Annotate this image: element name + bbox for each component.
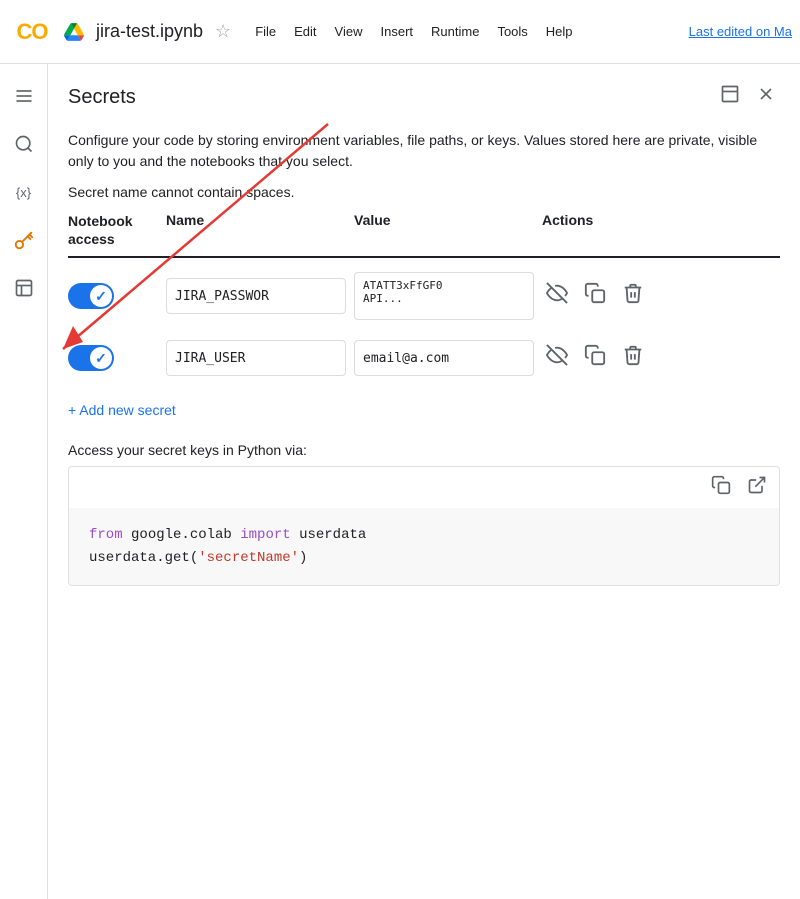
code-userdata: userdata	[299, 527, 366, 543]
value-input-row2[interactable]	[354, 340, 534, 376]
colab-logo: CO	[8, 8, 56, 56]
name-input-row2[interactable]	[166, 340, 346, 376]
sidebar-icon-menu[interactable]	[8, 80, 40, 112]
colab-logo-text: CO	[17, 19, 48, 45]
drive-icon	[64, 22, 84, 42]
table-row: ✓	[68, 330, 780, 386]
menu-insert[interactable]: Insert	[373, 20, 422, 43]
python-access-title: Access your secret keys in Python via:	[48, 426, 800, 466]
star-icon[interactable]: ☆	[215, 21, 231, 42]
col-actions: Actions	[542, 212, 780, 248]
open-colab-icon[interactable]	[743, 471, 771, 504]
code-block-container: from google.colab import userdata userda…	[68, 466, 780, 586]
file-title: jira-test.ipynb	[96, 21, 203, 42]
secrets-table: Notebookaccess Name Value Actions ✓ ATAT…	[48, 212, 800, 386]
delete-secret-icon-row2[interactable]	[618, 340, 648, 376]
warning-text: Secret name cannot contain spaces.	[48, 180, 800, 212]
panel-header-icons	[716, 80, 780, 114]
value-input-row1[interactable]: ATATT3xFfGF0 API...	[354, 272, 534, 320]
menu-edit[interactable]: Edit	[286, 20, 324, 43]
actions-row1	[542, 278, 780, 314]
copy-code-icon[interactable]	[707, 471, 735, 504]
sidebar-icon-variables[interactable]: {x}	[8, 176, 40, 208]
menu-view[interactable]: View	[327, 20, 371, 43]
keyword-import: import	[240, 527, 290, 543]
close-panel-icon[interactable]	[752, 80, 780, 114]
col-value: Value	[354, 212, 534, 248]
name-input-row1[interactable]	[166, 278, 346, 314]
last-edited-link[interactable]: Last edited on Ma	[689, 24, 792, 39]
menu-bar: File Edit View Insert Runtime Tools Help	[247, 20, 580, 43]
sidebar-icon-files[interactable]	[8, 272, 40, 304]
menu-file[interactable]: File	[247, 20, 284, 43]
code-block: from google.colab import userdata userda…	[69, 508, 779, 585]
menu-tools[interactable]: Tools	[489, 20, 535, 43]
add-secret-button[interactable]: + Add new secret	[48, 394, 800, 426]
panel-title: Secrets	[68, 86, 136, 109]
code-line2: userdata.get('secretName')	[89, 547, 759, 569]
main-layout: {x} Secrets	[0, 64, 800, 899]
menu-help[interactable]: Help	[538, 20, 581, 43]
actions-row2	[542, 340, 780, 376]
toggle-row1[interactable]: ✓	[68, 283, 158, 309]
table-row: ✓ ATATT3xFfGF0 API...	[68, 262, 780, 330]
keyword-from: from	[89, 527, 123, 543]
hide-secret-icon-row1[interactable]	[542, 278, 572, 314]
code-module: google.colab	[131, 527, 240, 543]
expand-panel-icon[interactable]	[716, 80, 744, 114]
sidebar-icon-search[interactable]	[8, 128, 40, 160]
hide-secret-icon-row2[interactable]	[542, 340, 572, 376]
code-line1: from google.colab import userdata	[89, 524, 759, 546]
table-header: Notebookaccess Name Value Actions	[68, 212, 780, 258]
code-block-header	[69, 467, 779, 508]
code-close-paren: )	[299, 550, 307, 566]
col-name: Name	[166, 212, 346, 248]
copy-secret-icon-row2[interactable]	[580, 340, 610, 376]
topbar: CO jira-test.ipynb ☆ File Edit View Inse…	[0, 0, 800, 64]
delete-secret-icon-row1[interactable]	[618, 278, 648, 314]
panel-description: Configure your code by storing environme…	[48, 122, 800, 180]
code-secret-name: 'secretName'	[198, 550, 299, 566]
panel-header: Secrets	[48, 64, 800, 122]
toggle-row2[interactable]: ✓	[68, 345, 158, 371]
secrets-panel: Secrets Configure your code by storing	[48, 64, 800, 899]
copy-secret-icon-row1[interactable]	[580, 278, 610, 314]
menu-runtime[interactable]: Runtime	[423, 20, 487, 43]
sidebar-icon-secrets[interactable]	[8, 224, 40, 256]
code-get-call: userdata.get(	[89, 550, 198, 566]
col-notebook-access: Notebookaccess	[68, 212, 158, 248]
sidebar-icons: {x}	[0, 64, 48, 899]
add-secret-label: + Add new secret	[68, 402, 176, 418]
